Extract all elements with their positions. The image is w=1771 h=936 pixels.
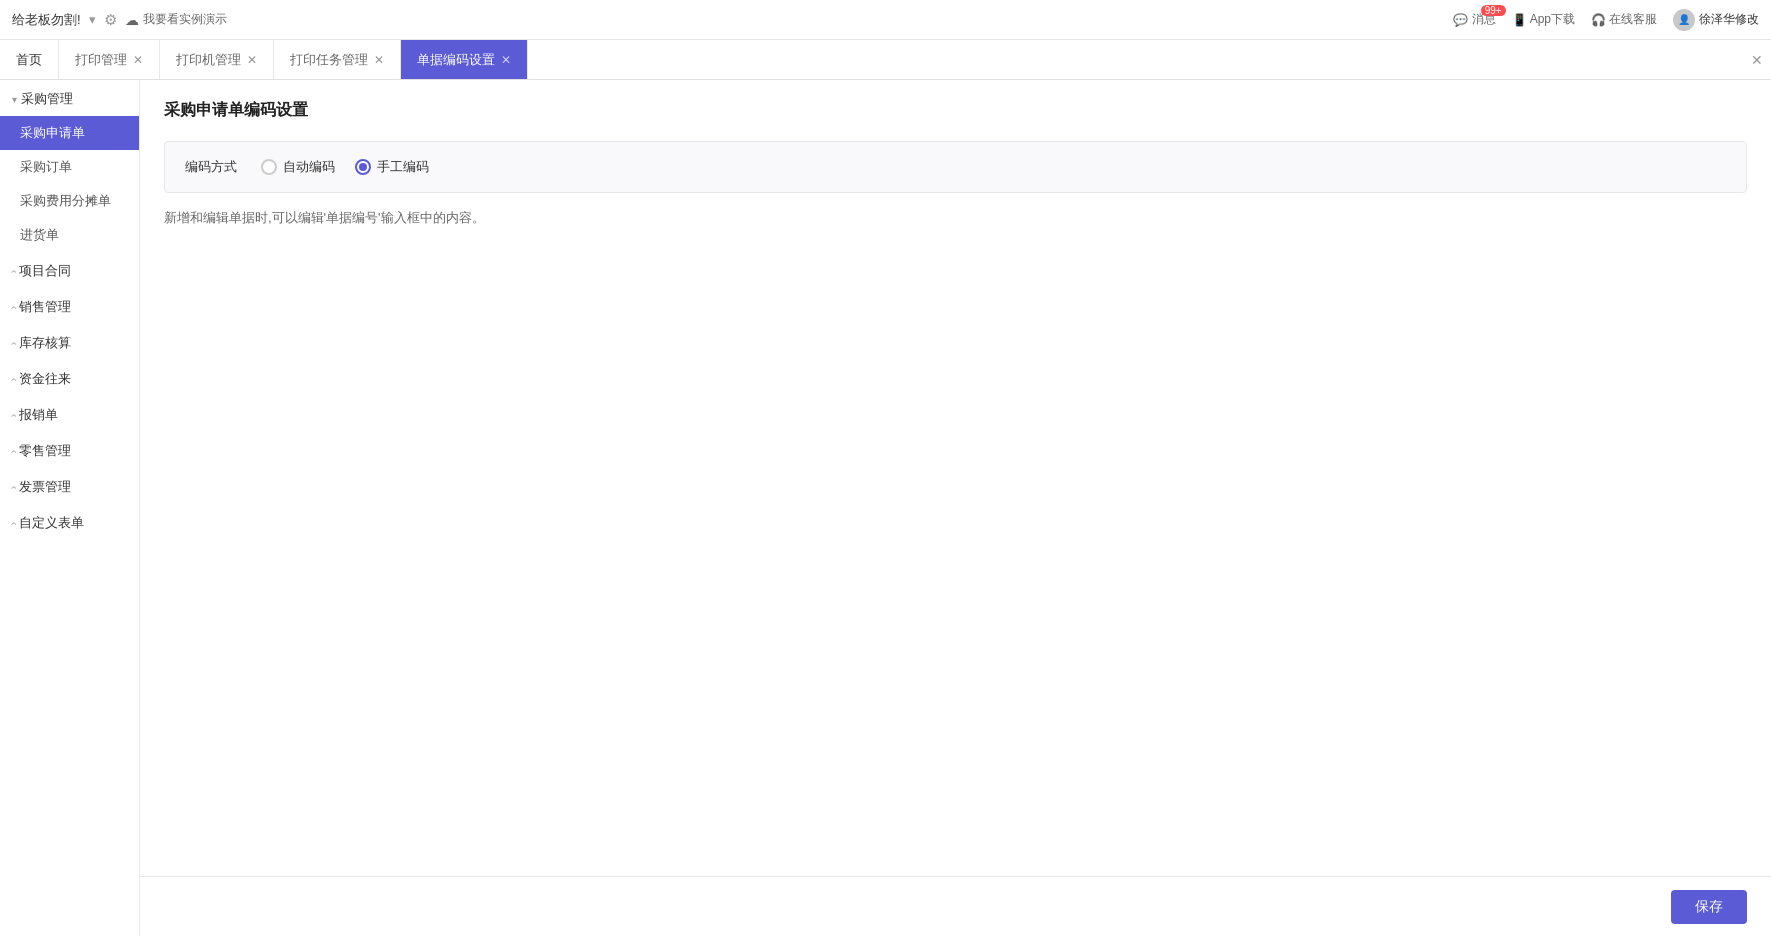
dropdown-icon[interactable]: ▾ (89, 12, 96, 27)
sidebar-group-title-custom[interactable]: › 自定义表单 (0, 504, 139, 540)
tab-print-task-management[interactable]: 打印任务管理 ✕ (274, 40, 401, 79)
headset-icon: 🎧 (1591, 13, 1606, 27)
tab-home[interactable]: 首页 (0, 40, 59, 79)
app-download-button[interactable]: 📱 App下载 (1512, 11, 1575, 28)
auto-code-label: 自动编码 (283, 158, 335, 176)
user-profile-button[interactable]: 👤 徐泽华修改 (1673, 9, 1759, 31)
demo-link[interactable]: ☁ 我要看实例演示 (125, 11, 227, 28)
sidebar-group-finance: › 资金往来 (0, 360, 139, 396)
collapse-arrow-invoice: › (8, 485, 19, 488)
sidebar-group-title-inventory[interactable]: › 库存核算 (0, 324, 139, 360)
sidebar-group-title-sales[interactable]: › 销售管理 (0, 288, 139, 324)
collapse-arrow-purchase: ▾ (12, 94, 17, 105)
content-main: 采购申请单编码设置 编码方式 自动编码 手工编码 新增和编辑单据时,可以编辑'单… (140, 80, 1771, 876)
sidebar-item-purchase-expense[interactable]: 采购费用分摊单 (0, 184, 139, 218)
hint-text: 新增和编辑单据时,可以编辑'单据编号'输入框中的内容。 (164, 209, 1747, 227)
main-layout: ▾ 采购管理 采购申请单 采购订单 采购费用分摊单 进货单 › 项目合同 (0, 80, 1771, 936)
top-bar-left: 给老板勿割! ▾ ⚙ ☁ 我要看实例演示 (12, 11, 227, 29)
online-service-button[interactable]: 🎧 在线客服 (1591, 11, 1657, 28)
top-bar-right: 💬 消息 99+ 📱 App下载 🎧 在线客服 👤 徐泽华修改 (1453, 9, 1759, 31)
auto-code-radio[interactable] (261, 159, 277, 175)
tab-close-print-task-management[interactable]: ✕ (374, 53, 384, 67)
manual-code-label: 手工编码 (377, 158, 429, 176)
settings-icon[interactable]: ⚙ (104, 11, 117, 29)
code-mode-section: 编码方式 自动编码 手工编码 (164, 141, 1747, 193)
sidebar-group-project: › 项目合同 (0, 252, 139, 288)
sidebar-group-invoice: › 发票管理 (0, 468, 139, 504)
sidebar-group-sales: › 销售管理 (0, 288, 139, 324)
tab-close-code-settings[interactable]: ✕ (501, 53, 511, 67)
collapse-arrow-project: › (8, 269, 19, 272)
collapse-arrow-expense: › (8, 413, 19, 416)
user-name: 徐泽华修改 (1699, 11, 1759, 28)
message-button[interactable]: 💬 消息 99+ (1453, 11, 1496, 28)
avatar: 👤 (1673, 9, 1695, 31)
auto-code-option[interactable]: 自动编码 (261, 158, 335, 176)
cloud-icon: ☁ (125, 12, 139, 28)
content-footer: 保存 (140, 876, 1771, 936)
message-badge: 99+ (1481, 5, 1506, 16)
page-title: 采购申请单编码设置 (164, 100, 1747, 121)
collapse-arrow-finance: › (8, 377, 19, 380)
collapse-arrow-inventory: › (8, 341, 19, 344)
tab-bar: 首页 打印管理 ✕ 打印机管理 ✕ 打印任务管理 ✕ 单据编码设置 ✕ ✕ (0, 40, 1771, 80)
sidebar-group-title-expense[interactable]: › 报销单 (0, 396, 139, 432)
phone-icon: 📱 (1512, 13, 1527, 27)
tab-print-management[interactable]: 打印管理 ✕ (59, 40, 160, 79)
sidebar-item-purchase-order[interactable]: 采购订单 (0, 150, 139, 184)
tab-code-settings[interactable]: 单据编码设置 ✕ (401, 40, 528, 79)
sidebar-group-title-finance[interactable]: › 资金往来 (0, 360, 139, 396)
collapse-arrow-sales: › (8, 305, 19, 308)
sidebar-group-purchase: ▾ 采购管理 采购申请单 采购订单 采购费用分摊单 进货单 (0, 80, 139, 252)
tab-close-printer-management[interactable]: ✕ (247, 53, 257, 67)
sidebar-group-expense: › 报销单 (0, 396, 139, 432)
close-all-tabs-button[interactable]: ✕ (1751, 52, 1771, 68)
sidebar-item-purchase-goods[interactable]: 进货单 (0, 218, 139, 252)
top-bar: 给老板勿割! ▾ ⚙ ☁ 我要看实例演示 💬 消息 99+ 📱 App下载 🎧 … (0, 0, 1771, 40)
sidebar-group-title-invoice[interactable]: › 发票管理 (0, 468, 139, 504)
code-mode-label: 编码方式 (185, 158, 237, 176)
tab-close-print-management[interactable]: ✕ (133, 53, 143, 67)
collapse-arrow-retail: › (8, 449, 19, 452)
code-mode-radio-group: 自动编码 手工编码 (261, 158, 429, 176)
message-icon: 💬 (1453, 13, 1468, 27)
collapse-arrow-custom: › (8, 521, 19, 524)
tab-printer-management[interactable]: 打印机管理 ✕ (160, 40, 274, 79)
sidebar-group-title-purchase[interactable]: ▾ 采购管理 (0, 80, 139, 116)
app-title: 给老板勿割! (12, 11, 81, 29)
manual-code-radio[interactable] (355, 159, 371, 175)
sidebar: ▾ 采购管理 采购申请单 采购订单 采购费用分摊单 进货单 › 项目合同 (0, 80, 140, 936)
content-area: 采购申请单编码设置 编码方式 自动编码 手工编码 新增和编辑单据时,可以编辑'单… (140, 80, 1771, 936)
sidebar-group-retail: › 零售管理 (0, 432, 139, 468)
sidebar-group-inventory: › 库存核算 (0, 324, 139, 360)
sidebar-group-custom: › 自定义表单 (0, 504, 139, 540)
save-button[interactable]: 保存 (1671, 890, 1747, 924)
sidebar-item-purchase-request[interactable]: 采购申请单 (0, 116, 139, 150)
sidebar-group-title-project[interactable]: › 项目合同 (0, 252, 139, 288)
sidebar-group-title-retail[interactable]: › 零售管理 (0, 432, 139, 468)
manual-code-option[interactable]: 手工编码 (355, 158, 429, 176)
